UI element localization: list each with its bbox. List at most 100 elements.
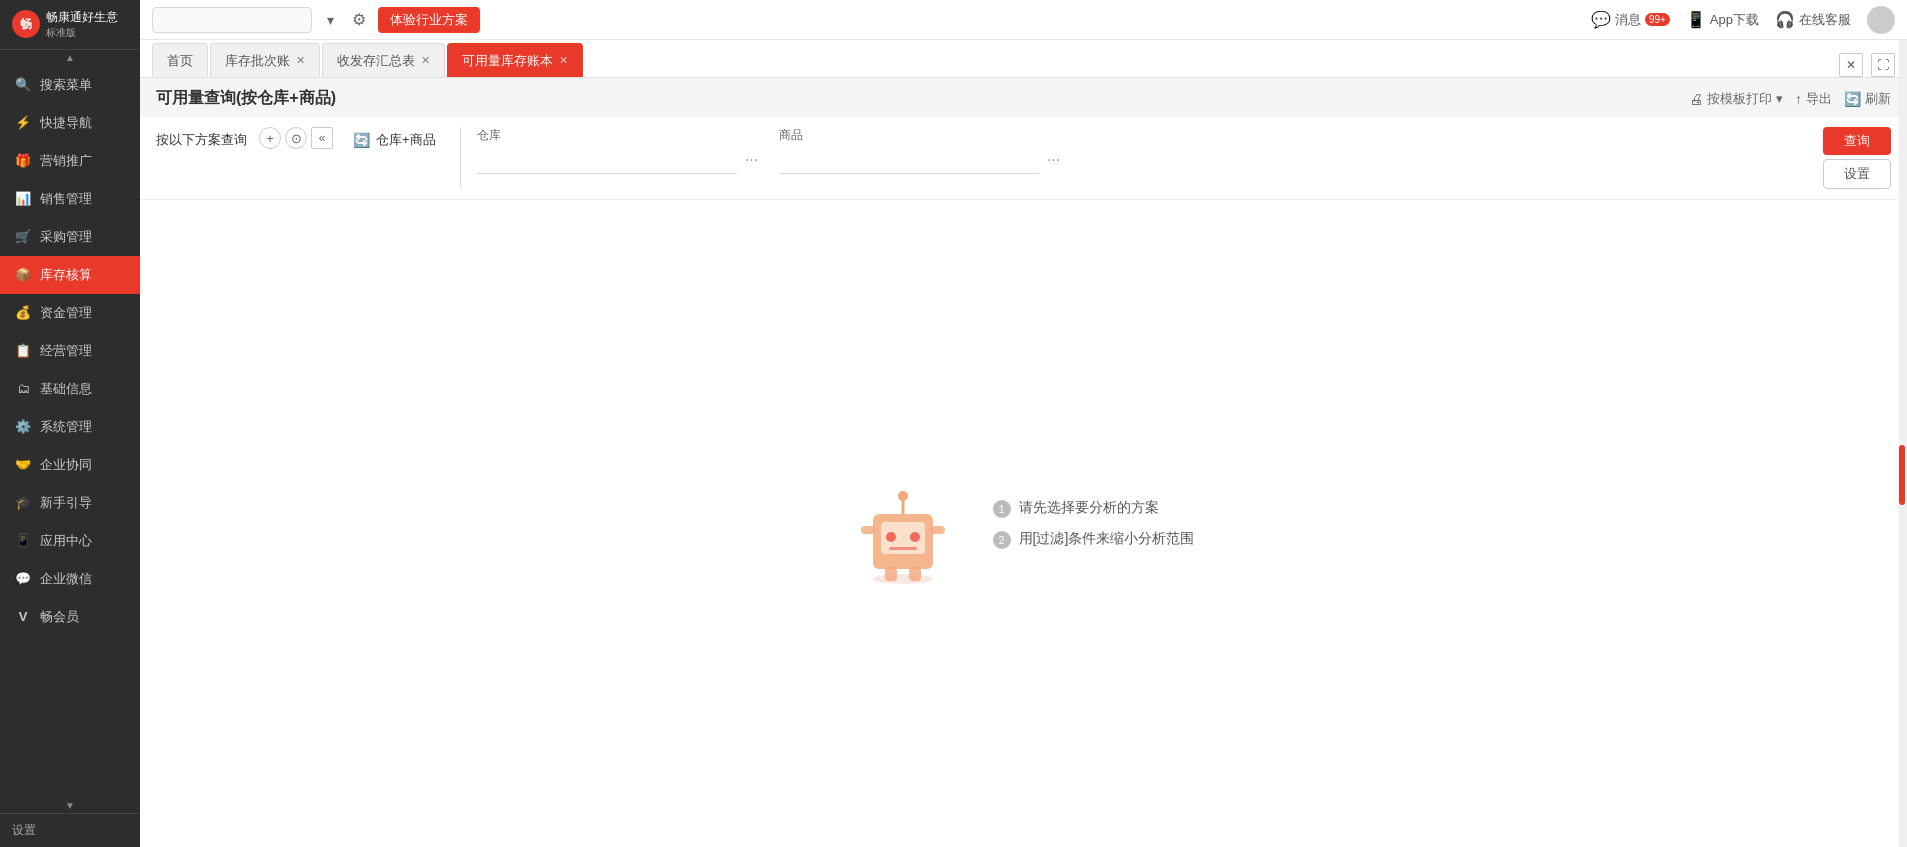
sidebar-item-shortcut-label: 快捷导航 bbox=[40, 114, 92, 132]
filter-warehouse-group: 仓库 ··· bbox=[477, 127, 763, 174]
sidebar-item-newbie-label: 新手引导 bbox=[40, 494, 92, 512]
inventory-icon: 📦 bbox=[14, 266, 32, 284]
filter-schemes: 🔄 仓库+商品 bbox=[345, 127, 444, 153]
add-scheme-button[interactable]: + bbox=[259, 127, 281, 149]
warehouse-more-button[interactable]: ··· bbox=[741, 149, 763, 171]
print-button[interactable]: 🖨 按模板打印 ▾ bbox=[1689, 90, 1783, 108]
sidebar-item-basic-label: 基础信息 bbox=[40, 380, 92, 398]
topbar: ▾ ⚙ 体验行业方案 💬 消息 99+ 📱 App下载 🎧 在线客服 bbox=[140, 0, 1907, 40]
shortcut-icon: ⚡ bbox=[14, 114, 32, 132]
tab-close-all-button[interactable]: ✕ bbox=[1839, 53, 1863, 77]
print-icon: 🖨 bbox=[1689, 91, 1703, 107]
sidebar-scroll-up[interactable]: ▲ bbox=[0, 50, 140, 66]
search-dropdown-button[interactable]: ▾ bbox=[320, 10, 340, 30]
sidebar-item-newbie[interactable]: 🎓 新手引导 bbox=[0, 484, 140, 522]
filter-goods-label: 商品 bbox=[779, 127, 1065, 144]
sidebar-item-marketing[interactable]: 🎁 营销推广 bbox=[0, 142, 140, 180]
sidebar-item-finance[interactable]: 💰 资金管理 bbox=[0, 294, 140, 332]
export-icon: ↑ bbox=[1795, 91, 1802, 107]
svg-point-0 bbox=[873, 574, 933, 584]
print-dropdown-icon: ▾ bbox=[1776, 91, 1783, 106]
export-button[interactable]: ↑ 导出 bbox=[1795, 90, 1832, 108]
sidebar-item-inventory-label: 库存核算 bbox=[40, 266, 92, 284]
app-download-item[interactable]: 📱 App下载 bbox=[1686, 10, 1759, 29]
sidebar-item-purchase[interactable]: 🛒 采购管理 bbox=[0, 218, 140, 256]
sidebar-item-wechat[interactable]: 💬 企业微信 bbox=[0, 560, 140, 598]
chart-icon: 📊 bbox=[14, 190, 32, 208]
tab-batch-ledger-close[interactable]: ✕ bbox=[296, 54, 305, 67]
collapse-button[interactable]: « bbox=[311, 127, 333, 149]
tab-batch-ledger[interactable]: 库存批次账 ✕ bbox=[210, 43, 320, 77]
tab-available-ledger-label: 可用量库存账本 bbox=[462, 52, 553, 70]
filter-scheme-actions: + ⊙ « bbox=[259, 127, 333, 149]
filter-warehouse-field: ··· bbox=[477, 146, 763, 174]
sidebar-item-app-center[interactable]: 📱 应用中心 bbox=[0, 522, 140, 560]
sidebar-item-purchase-label: 采购管理 bbox=[40, 228, 92, 246]
tab-receipt-summary-close[interactable]: ✕ bbox=[421, 54, 430, 67]
empty-tip-2-num: 2 bbox=[993, 531, 1011, 549]
refresh-label: 刷新 bbox=[1865, 90, 1891, 108]
goods-more-button[interactable]: ··· bbox=[1043, 149, 1065, 171]
svg-point-3 bbox=[886, 532, 896, 542]
sidebar-item-operations[interactable]: 📋 经营管理 bbox=[0, 332, 140, 370]
tab-batch-ledger-label: 库存批次账 bbox=[225, 52, 290, 70]
sidebar-item-system[interactable]: ⚙️ 系统管理 bbox=[0, 408, 140, 446]
tab-receipt-summary[interactable]: 收发存汇总表 ✕ bbox=[322, 43, 445, 77]
svg-rect-8 bbox=[861, 526, 875, 534]
scrollbar-thumb bbox=[1899, 445, 1905, 505]
empty-text: 1 请先选择要分析的方案 2 用[过滤]条件来缩小分析范围 bbox=[993, 499, 1195, 549]
sidebar-item-system-label: 系统管理 bbox=[40, 418, 92, 436]
settings-button[interactable]: 设置 bbox=[1823, 159, 1891, 189]
wechat-icon: 💬 bbox=[14, 570, 32, 588]
query-buttons: 查询 设置 bbox=[1823, 127, 1891, 189]
tab-available-ledger-close[interactable]: ✕ bbox=[559, 54, 568, 67]
refresh-icon: 🔄 bbox=[1844, 91, 1861, 107]
warehouse-input[interactable] bbox=[477, 146, 737, 174]
member-icon: V bbox=[14, 608, 32, 626]
sidebar-item-app-center-label: 应用中心 bbox=[40, 532, 92, 550]
scheme-label: 仓库+商品 bbox=[376, 131, 436, 149]
export-label: 导出 bbox=[1806, 90, 1832, 108]
sidebar-item-member[interactable]: V 畅会员 bbox=[0, 598, 140, 636]
avatar[interactable] bbox=[1867, 6, 1895, 34]
sidebar-item-enterprise[interactable]: 🤝 企业协同 bbox=[0, 446, 140, 484]
settings-scheme-button[interactable]: ⊙ bbox=[285, 127, 307, 149]
page-title: 可用量查询(按仓库+商品) bbox=[156, 88, 336, 109]
filter-goods-field: ··· bbox=[779, 146, 1065, 174]
empty-tip-1-text: 请先选择要分析的方案 bbox=[1019, 499, 1159, 517]
sidebar-item-finance-label: 资金管理 bbox=[40, 304, 92, 322]
sidebar-item-inventory[interactable]: 📦 库存核算 bbox=[0, 256, 140, 294]
svg-point-7 bbox=[898, 491, 908, 501]
headset-icon: 🎧 bbox=[1775, 10, 1795, 29]
online-support-item[interactable]: 🎧 在线客服 bbox=[1775, 10, 1851, 29]
tabs-controls: ✕ ⛶ bbox=[1839, 53, 1895, 77]
goods-input[interactable] bbox=[779, 146, 1039, 174]
notification-label: 消息 bbox=[1615, 11, 1641, 29]
print-label: 按模板打印 bbox=[1707, 90, 1772, 108]
topbar-gear-button[interactable]: ⚙ bbox=[348, 9, 370, 31]
trial-button[interactable]: 体验行业方案 bbox=[378, 7, 480, 33]
tab-home[interactable]: 首页 bbox=[152, 43, 208, 77]
sidebar-settings[interactable]: 设置 bbox=[0, 813, 140, 847]
svg-rect-9 bbox=[931, 526, 945, 534]
scheme-item-warehouse-goods[interactable]: 🔄 仓库+商品 bbox=[345, 127, 444, 153]
tab-available-ledger[interactable]: 可用量库存账本 ✕ bbox=[447, 43, 583, 77]
app-icon: 📱 bbox=[14, 532, 32, 550]
tabs-bar: 首页 库存批次账 ✕ 收发存汇总表 ✕ 可用量库存账本 ✕ ✕ ⛶ bbox=[140, 40, 1907, 78]
right-scrollbar[interactable] bbox=[1899, 40, 1907, 847]
sidebar-item-shortcut[interactable]: ⚡ 快捷导航 bbox=[0, 104, 140, 142]
refresh-button[interactable]: 🔄 刷新 bbox=[1844, 90, 1891, 108]
sidebar-item-search[interactable]: 🔍 搜索菜单 bbox=[0, 66, 140, 104]
sidebar-item-sales[interactable]: 📊 销售管理 bbox=[0, 180, 140, 218]
query-button[interactable]: 查询 bbox=[1823, 127, 1891, 155]
sidebar-item-basic[interactable]: 🗂 基础信息 bbox=[0, 370, 140, 408]
notification-badge: 99+ bbox=[1645, 13, 1670, 26]
notification-item[interactable]: 💬 消息 99+ bbox=[1591, 10, 1670, 29]
tab-home-label: 首页 bbox=[167, 52, 193, 70]
sidebar-scroll-down[interactable]: ▼ bbox=[0, 797, 140, 813]
svg-point-4 bbox=[910, 532, 920, 542]
tab-fullscreen-button[interactable]: ⛶ bbox=[1871, 53, 1895, 77]
sidebar-item-member-label: 畅会员 bbox=[40, 608, 79, 626]
online-support-label: 在线客服 bbox=[1799, 11, 1851, 29]
search-input[interactable] bbox=[152, 7, 312, 33]
